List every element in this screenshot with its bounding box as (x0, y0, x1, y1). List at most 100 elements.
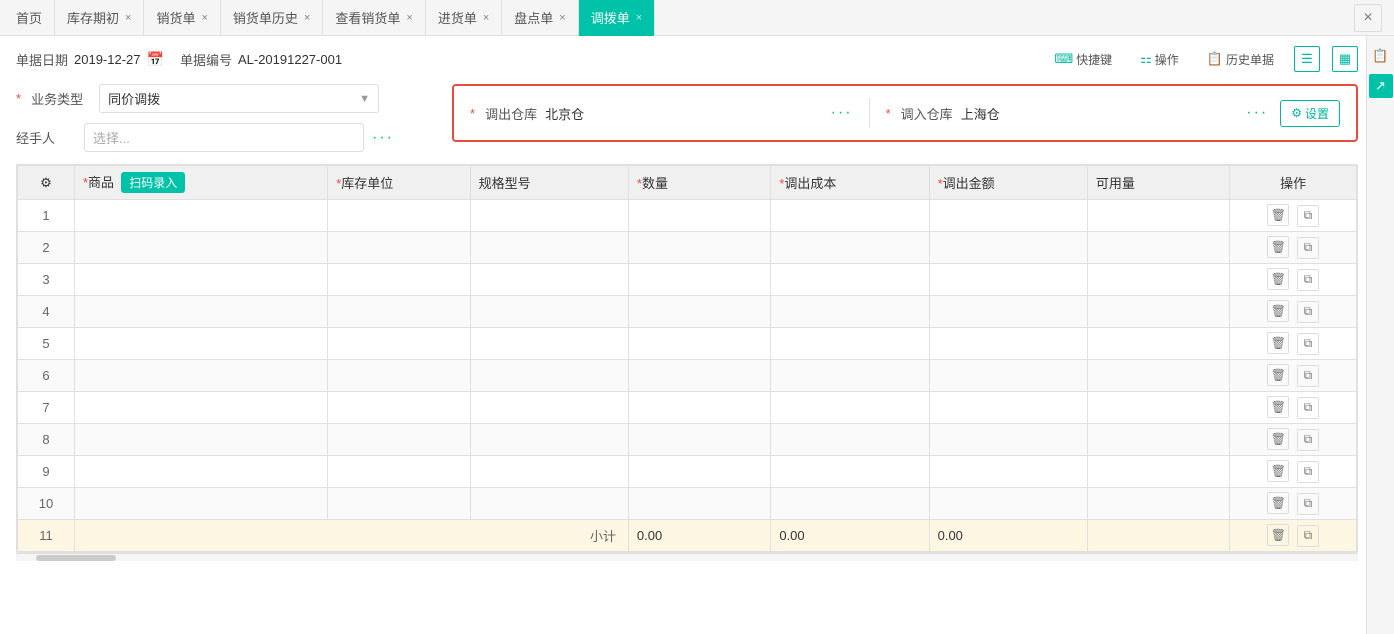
cost-cell[interactable] (771, 456, 929, 488)
tab-home[interactable]: 首页 (4, 0, 55, 36)
copy-row-icon[interactable]: ⧉ (1297, 301, 1319, 323)
tab-view-sales-close[interactable]: × (406, 12, 412, 24)
product-cell[interactable] (74, 200, 327, 232)
tab-sales-history-close[interactable]: × (304, 12, 310, 24)
tab-view-sales[interactable]: 查看销货单 × (323, 0, 425, 36)
cost-cell[interactable] (771, 488, 929, 520)
delete-row-icon[interactable]: 🗑 (1267, 268, 1289, 290)
amount-cell[interactable] (929, 264, 1087, 296)
product-cell[interactable] (74, 488, 327, 520)
window-close-button[interactable]: × (1354, 4, 1382, 32)
qty-cell[interactable] (628, 232, 770, 264)
copy-row-icon[interactable]: ⧉ (1297, 269, 1319, 291)
tab-inventory-init[interactable]: 库存期初 × (55, 0, 144, 36)
unit-cell[interactable] (328, 456, 470, 488)
amount-cell[interactable] (929, 328, 1087, 360)
amount-cell[interactable] (929, 296, 1087, 328)
product-cell[interactable] (74, 424, 327, 456)
spec-cell[interactable] (470, 232, 628, 264)
copy-row-icon[interactable]: ⧉ (1297, 205, 1319, 227)
amount-cell[interactable] (929, 232, 1087, 264)
qty-cell[interactable] (628, 328, 770, 360)
calendar-icon[interactable]: 📅 (147, 51, 164, 68)
delete-row-icon[interactable]: 🗑 (1267, 364, 1289, 386)
business-type-select[interactable]: 同价调拨 ▼ (99, 84, 379, 113)
delete-row-icon[interactable]: 🗑 (1267, 492, 1289, 514)
tab-sales-order[interactable]: 销货单 × (144, 0, 220, 36)
product-cell[interactable] (74, 232, 327, 264)
copy-row-icon[interactable]: ⧉ (1297, 333, 1319, 355)
spec-cell[interactable] (470, 200, 628, 232)
tab-stocktake-close[interactable]: × (559, 12, 565, 24)
tab-inventory-init-close[interactable]: × (125, 12, 131, 24)
unit-cell[interactable] (328, 424, 470, 456)
cost-cell[interactable] (771, 328, 929, 360)
tab-purchase-order[interactable]: 进货单 × (426, 0, 502, 36)
copy-row-icon[interactable]: ⧉ (1297, 461, 1319, 483)
delete-row-icon[interactable]: 🗑 (1267, 460, 1289, 482)
spec-cell[interactable] (470, 424, 628, 456)
amount-cell[interactable] (929, 200, 1087, 232)
table-gear-icon[interactable]: ⚙ (40, 175, 52, 190)
spec-cell[interactable] (470, 456, 628, 488)
spec-cell[interactable] (470, 392, 628, 424)
unit-cell[interactable] (328, 296, 470, 328)
tab-purchase-order-close[interactable]: × (483, 12, 489, 24)
qty-cell[interactable] (628, 488, 770, 520)
product-cell[interactable] (74, 456, 327, 488)
unit-cell[interactable] (328, 488, 470, 520)
unit-cell[interactable] (328, 328, 470, 360)
operations-button[interactable]: ⚏ 操作 (1132, 48, 1187, 71)
cost-cell[interactable] (771, 264, 929, 296)
shortcuts-button[interactable]: ⌨ 快捷键 (1046, 48, 1120, 71)
amount-cell[interactable] (929, 456, 1087, 488)
spec-cell[interactable] (470, 264, 628, 296)
sidebar-list-icon[interactable]: 📋 (1369, 44, 1393, 68)
product-cell[interactable] (74, 296, 327, 328)
amount-cell[interactable] (929, 392, 1087, 424)
transfer-in-more-icon[interactable]: ··· (1246, 104, 1268, 122)
settings-button[interactable]: ⚙ 设置 (1280, 100, 1340, 127)
unit-cell[interactable] (328, 200, 470, 232)
product-cell[interactable] (74, 360, 327, 392)
layout-list-button[interactable]: ☰ (1294, 46, 1320, 72)
copy-row-icon[interactable]: ⧉ (1297, 237, 1319, 259)
delete-row-icon[interactable]: 🗑 (1267, 428, 1289, 450)
layout-grid-button[interactable]: ▦ (1332, 46, 1358, 72)
cost-cell[interactable] (771, 232, 929, 264)
scroll-thumb[interactable] (36, 555, 116, 561)
amount-cell[interactable] (929, 360, 1087, 392)
sidebar-export-icon[interactable]: ↗ (1369, 74, 1393, 98)
qty-cell[interactable] (628, 200, 770, 232)
copy-row-icon[interactable]: ⧉ (1297, 397, 1319, 419)
unit-cell[interactable] (328, 232, 470, 264)
cost-cell[interactable] (771, 360, 929, 392)
tab-transfer-order[interactable]: 调拨单 × (579, 0, 655, 36)
delete-row-icon[interactable]: 🗑 (1267, 204, 1289, 226)
qty-cell[interactable] (628, 456, 770, 488)
qty-cell[interactable] (628, 392, 770, 424)
qty-cell[interactable] (628, 424, 770, 456)
transfer-out-more-icon[interactable]: ··· (831, 104, 853, 122)
product-cell[interactable] (74, 328, 327, 360)
tab-sales-order-close[interactable]: × (201, 12, 207, 24)
unit-cell[interactable] (328, 360, 470, 392)
cost-cell[interactable] (771, 296, 929, 328)
tab-stocktake[interactable]: 盘点单 × (502, 0, 578, 36)
delete-row-icon[interactable]: 🗑 (1267, 396, 1289, 418)
handler-select[interactable]: 选择... (84, 123, 364, 152)
cost-cell[interactable] (771, 200, 929, 232)
history-button[interactable]: 📋 历史单据 (1199, 48, 1282, 71)
product-cell[interactable] (74, 392, 327, 424)
tab-sales-history[interactable]: 销货单历史 × (221, 0, 323, 36)
delete-row-icon[interactable]: 🗑 (1267, 300, 1289, 322)
cost-cell[interactable] (771, 424, 929, 456)
delete-icon[interactable]: 🗑 (1267, 524, 1289, 546)
spec-cell[interactable] (470, 328, 628, 360)
spec-cell[interactable] (470, 296, 628, 328)
amount-cell[interactable] (929, 424, 1087, 456)
cost-cell[interactable] (771, 392, 929, 424)
spec-cell[interactable] (470, 488, 628, 520)
copy-row-icon[interactable]: ⧉ (1297, 493, 1319, 515)
qty-cell[interactable] (628, 296, 770, 328)
